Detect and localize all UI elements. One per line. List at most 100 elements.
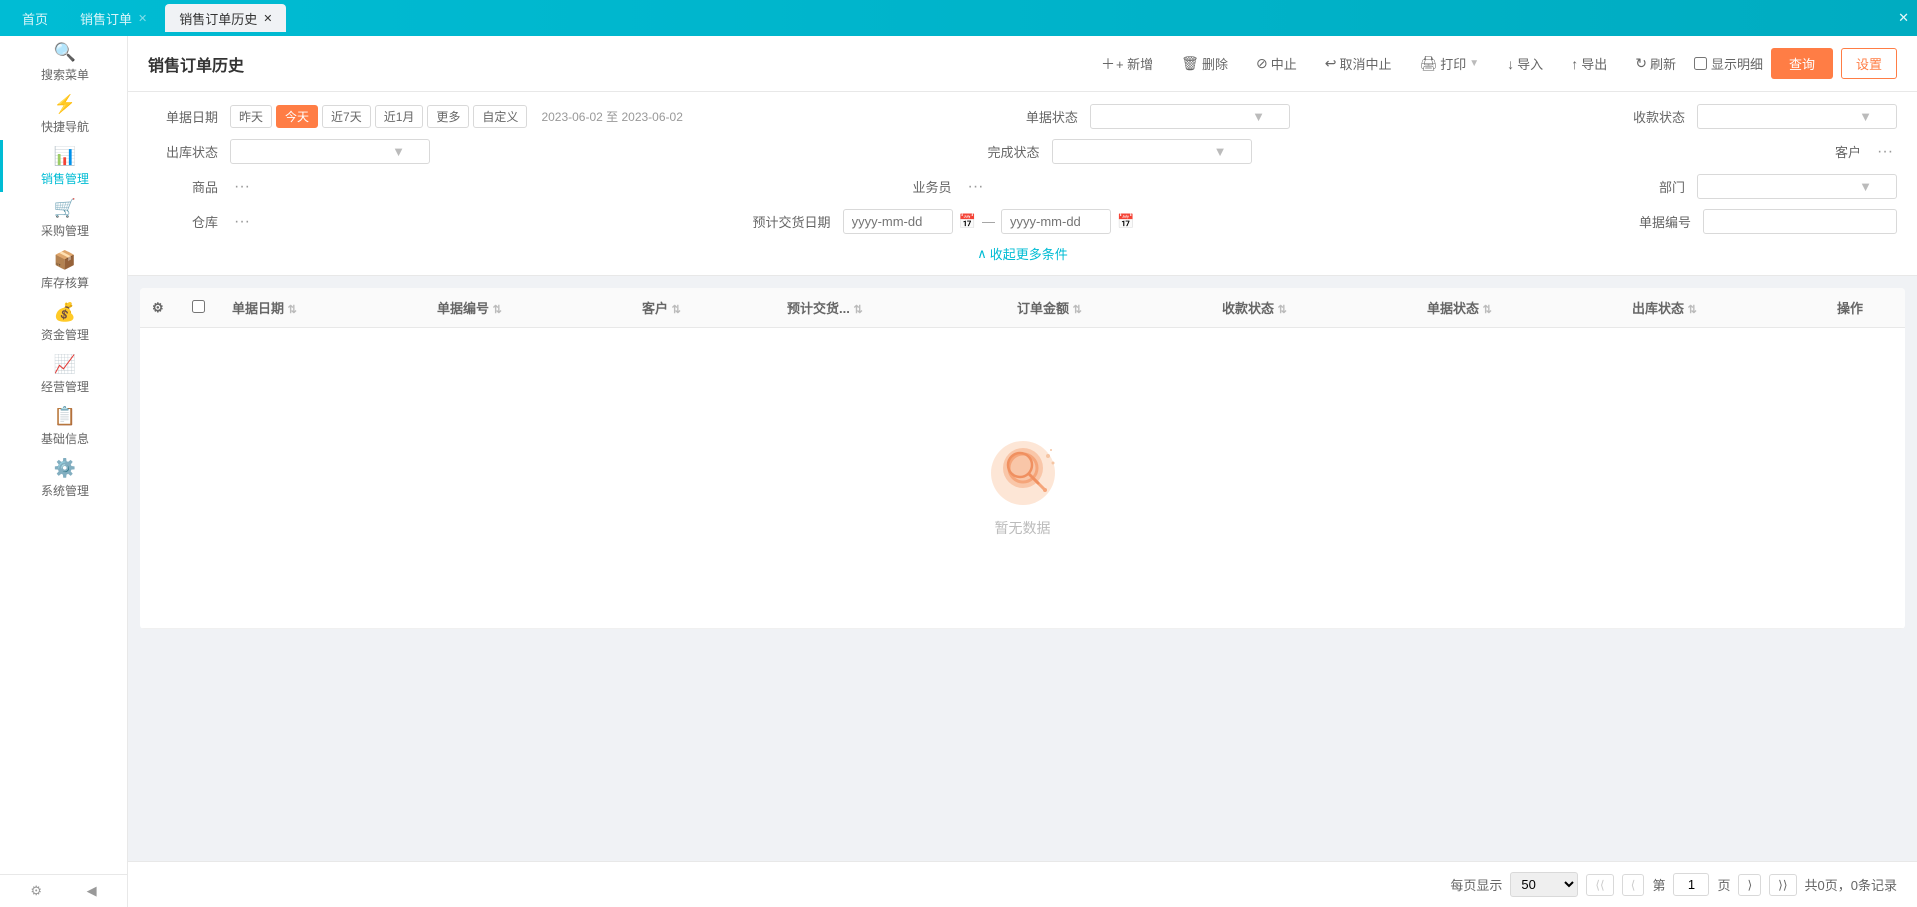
delete-button[interactable]: 🗑 删除 <box>1171 50 1238 77</box>
tab-sales-order[interactable]: 销售订单 ✕ <box>66 4 161 32</box>
import-button[interactable]: ↓ 导入 <box>1497 50 1553 77</box>
page-size-select[interactable]: 50 10 20 100 <box>1510 872 1578 897</box>
date-btn-today[interactable]: 今天 <box>276 105 318 128</box>
purchase-mgmt-icon: 🛒 <box>54 198 76 219</box>
collapse-btn[interactable]: ∧ 收起更多条件 <box>148 244 1897 263</box>
table-settings-icon[interactable]: ⚙ <box>152 300 164 315</box>
tab-sales-order-close[interactable]: ✕ <box>138 12 147 25</box>
sidebar-item-system-mgmt[interactable]: ⚙️ 系统管理 <box>0 452 127 504</box>
receipt-status-select[interactable]: ▼ <box>1697 104 1897 129</box>
next-page-button[interactable]: ⟩ <box>1738 874 1761 896</box>
main-layout: 🔍 搜索菜单 ⚡ 快捷导航 📊 销售管理 🛒 采购管理 📦 库存核算 💰 资金管… <box>0 36 1917 907</box>
table-area: ⚙ 单据日期 ⇅ 单据编号 ⇅ <box>128 276 1917 861</box>
page-label: 第 <box>1652 875 1665 894</box>
complete-status-select[interactable]: ▼ <box>1052 139 1252 164</box>
system-mgmt-icon: ⚙️ <box>54 458 76 479</box>
delivery-date-start-calendar-icon[interactable]: 📅 <box>959 213 976 230</box>
goods-dotted-btn[interactable]: ··· <box>230 178 254 196</box>
date-btn-1month[interactable]: 近1月 <box>375 105 424 128</box>
empty-text: 暂无数据 <box>995 518 1051 538</box>
customer-dotted-btn[interactable]: ··· <box>1873 143 1897 161</box>
col-order-status: 单据状态 ⇅ <box>1415 288 1620 328</box>
col-amount-sort-icon[interactable]: ⇅ <box>1073 304 1082 316</box>
date-btn-7days[interactable]: 近7天 <box>322 105 371 128</box>
col-date-sort-icon[interactable]: ⇅ <box>288 304 297 316</box>
tab-home[interactable]: 首页 <box>8 4 62 32</box>
order-no-input[interactable] <box>1703 209 1897 234</box>
settings-button[interactable]: 设置 <box>1841 48 1897 79</box>
date-range-display: 2023-06-02 至 2023-06-02 <box>541 108 682 125</box>
first-page-button[interactable]: ⟨⟨ <box>1586 874 1613 896</box>
receipt-status-label: 收款状态 <box>1615 107 1685 126</box>
col-receipt-status-sort-icon[interactable]: ⇅ <box>1278 304 1287 316</box>
col-delivery-date-sort-icon[interactable]: ⇅ <box>853 304 862 316</box>
filter-area: 单据日期 昨天 今天 近7天 近1月 更多 自定义 2023-06-02 至 2… <box>128 92 1917 276</box>
warehouse-dotted-btn[interactable]: ··· <box>230 213 254 231</box>
prev-page-button[interactable]: ⟨ <box>1622 874 1645 896</box>
sidebar-item-basic-info-label: 基础信息 <box>41 430 89 447</box>
sidebar-item-search-menu[interactable]: 🔍 搜索菜单 <box>0 36 127 88</box>
operations-icon: 📈 <box>54 354 76 375</box>
col-amount: 订单金额 ⇅ <box>1005 288 1210 328</box>
col-order-no-sort-icon[interactable]: ⇅ <box>493 304 502 316</box>
tab-sales-order-history[interactable]: 销售订单历史 ✕ <box>165 4 286 32</box>
date-filter-control: 昨天 今天 近7天 近1月 更多 自定义 2023-06-02 至 2023-0… <box>230 105 683 128</box>
sidebar-item-quick-nav[interactable]: ⚡ 快捷导航 <box>0 88 127 140</box>
sidebar-item-purchase-mgmt-label: 采购管理 <box>41 222 89 239</box>
sidebar-item-finance[interactable]: 💰 资金管理 <box>0 296 127 348</box>
col-date-label: 单据日期 <box>232 301 284 316</box>
date-btn-more[interactable]: 更多 <box>427 105 469 128</box>
delivery-date-end-calendar-icon[interactable]: 📅 <box>1117 213 1134 230</box>
sidebar-item-search-menu-label: 搜索菜单 <box>41 66 89 83</box>
collapse-label: 收起更多条件 <box>990 244 1068 263</box>
select-all-checkbox[interactable] <box>192 300 205 313</box>
receipt-status-chevron-icon: ▼ <box>1859 109 1872 124</box>
window-close-button[interactable]: ✕ <box>1898 10 1909 26</box>
sidebar-item-inventory[interactable]: 📦 库存核算 <box>0 244 127 296</box>
department-select[interactable]: ▼ <box>1697 174 1897 199</box>
cancel-stop-button[interactable]: ↩ 取消中止 <box>1315 50 1402 77</box>
sidebar-settings-icon[interactable]: ⚙ <box>30 883 42 899</box>
print-icon: 🖨 <box>1419 55 1437 72</box>
col-order-status-sort-icon[interactable]: ⇅ <box>1483 304 1492 316</box>
outbound-status-select[interactable]: ▼ <box>230 139 430 164</box>
last-page-button[interactable]: ⟩⟩ <box>1769 874 1796 896</box>
page-unit: 页 <box>1717 875 1730 894</box>
new-icon: ＋ <box>1101 54 1115 74</box>
delete-icon: 🗑 <box>1181 55 1199 72</box>
tab-sales-order-label: 销售订单 <box>80 9 132 28</box>
print-button[interactable]: 🖨 打印 ▼ <box>1409 50 1489 77</box>
delivery-date-start-input[interactable] <box>843 209 953 234</box>
col-delivery-date: 预计交货... ⇅ <box>775 288 1005 328</box>
inventory-icon: 📦 <box>54 250 76 271</box>
content-area: 销售订单历史 ＋ + 新增 🗑 删除 ⊘ 中止 ↩ 取消中止 <box>128 36 1917 907</box>
search-menu-icon: 🔍 <box>54 42 76 63</box>
salesperson-dotted-btn[interactable]: ··· <box>964 178 988 196</box>
query-button[interactable]: 查询 <box>1771 48 1833 79</box>
date-btn-custom[interactable]: 自定义 <box>473 105 527 128</box>
date-btn-yesterday[interactable]: 昨天 <box>230 105 272 128</box>
sidebar-item-sales-mgmt[interactable]: 📊 销售管理 <box>0 140 127 192</box>
col-customer-sort-icon[interactable]: ⇅ <box>672 304 681 316</box>
page-number-input[interactable] <box>1673 873 1709 896</box>
page-title: 销售订单历史 <box>148 52 244 76</box>
sidebar-collapse-icon[interactable]: ◀ <box>87 883 97 899</box>
show-detail-checkbox[interactable] <box>1694 57 1707 70</box>
sidebar-item-basic-info[interactable]: 📋 基础信息 <box>0 400 127 452</box>
sidebar-item-purchase-mgmt[interactable]: 🛒 采购管理 <box>0 192 127 244</box>
top-right-actions: ✕ <box>1898 10 1909 26</box>
stop-button[interactable]: ⊘ 中止 <box>1246 50 1307 77</box>
export-button[interactable]: ↑ 导出 <box>1561 50 1617 77</box>
col-outbound-status-sort-icon[interactable]: ⇅ <box>1688 304 1697 316</box>
order-status-select[interactable]: ▼ <box>1090 104 1290 129</box>
collapse-up-icon: ∧ <box>977 246 987 262</box>
outbound-status-label: 出库状态 <box>148 142 218 161</box>
new-button[interactable]: ＋ + 新增 <box>1091 50 1163 78</box>
tab-sales-order-history-close[interactable]: ✕ <box>263 12 272 25</box>
sidebar-item-operations[interactable]: 📈 经营管理 <box>0 348 127 400</box>
page-header: 销售订单历史 ＋ + 新增 🗑 删除 ⊘ 中止 ↩ 取消中止 <box>128 36 1917 92</box>
delivery-date-end-input[interactable] <box>1001 209 1111 234</box>
refresh-button[interactable]: ↻ 刷新 <box>1625 50 1686 77</box>
import-icon: ↓ <box>1507 56 1514 72</box>
show-detail-checkbox-label[interactable]: 显示明细 <box>1694 54 1763 73</box>
